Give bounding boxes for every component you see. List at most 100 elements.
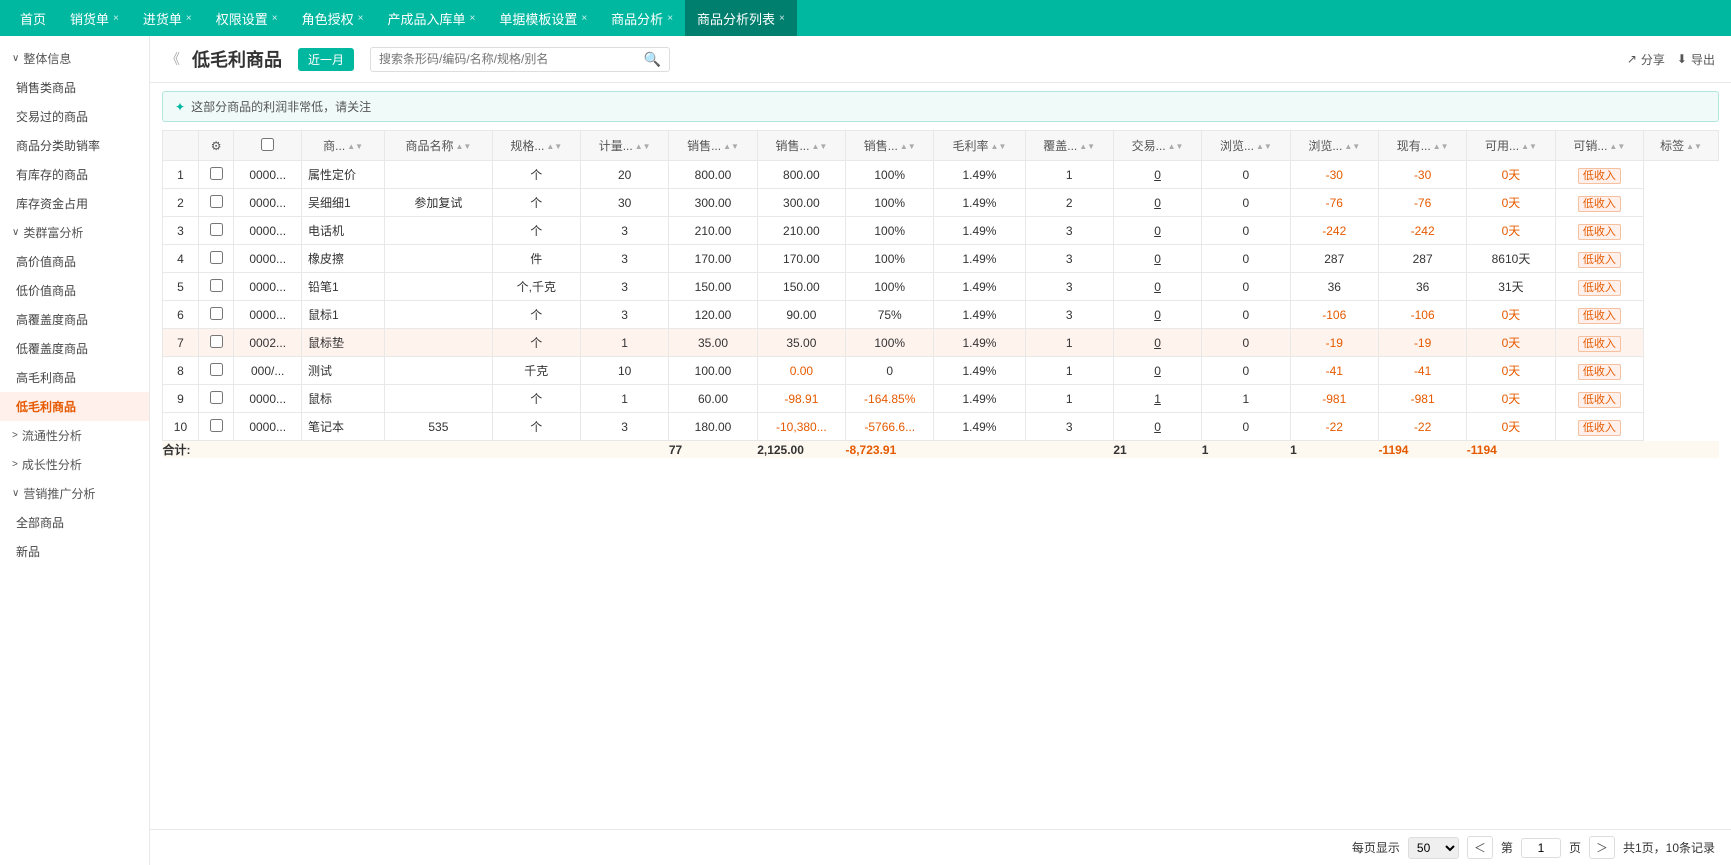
sidebar-item-低覆盖度商品[interactable]: 低覆盖度商品 [0,334,149,363]
row-checkbox-cell [198,245,233,273]
row-coverage: 1.49% [934,273,1025,301]
prev-page-button[interactable]: ＜ [1467,836,1493,859]
sidebar-item-高覆盖度商品[interactable]: 高覆盖度商品 [0,305,149,334]
row-checkbox[interactable] [210,419,223,432]
select-all-checkbox[interactable] [261,138,274,151]
nav-close-icon[interactable]: × [469,13,475,24]
nav-close-icon[interactable]: × [272,13,278,24]
row-browse1[interactable]: 0 [1113,217,1201,245]
collapse-button[interactable]: 《 [166,49,180,69]
page-number-input[interactable] [1521,838,1561,858]
sidebar-item-低价值商品[interactable]: 低价值商品 [0,276,149,305]
row-available-stock: -242 [1378,217,1466,245]
sidebar-section-成长性分析[interactable]: >成长性分析 [0,450,149,479]
row-browse1[interactable]: 1 [1113,385,1201,413]
settings-icon[interactable]: ⚙ [211,139,222,153]
row-code: 0000... [234,217,302,245]
row-browse1[interactable]: 0 [1113,245,1201,273]
nav-close-icon[interactable]: × [779,13,785,24]
row-coverage: 1.49% [934,189,1025,217]
search-input[interactable] [379,52,644,66]
sidebar-item-库存资金占用[interactable]: 库存资金占用 [0,189,149,218]
row-margin: 100% [846,273,934,301]
export-button[interactable]: ⬇ 导出 [1677,51,1715,68]
row-checkbox[interactable] [210,279,223,292]
sidebar-item-交易过的商品[interactable]: 交易过的商品 [0,102,149,131]
table-container: ⚙商...▲▼商品名称▲▼规格...▲▼计量...▲▼销售...▲▼销售...▲… [150,130,1731,829]
row-browse1[interactable]: 0 [1113,189,1201,217]
col-header-settings[interactable]: ⚙ [198,131,233,161]
row-browse1[interactable]: 0 [1113,357,1201,385]
row-checkbox[interactable] [210,335,223,348]
nav-item-商品分析[interactable]: 商品分析× [599,0,685,36]
notice-bar: ✦ 这部分商品的利润非常低，请关注 [162,91,1719,122]
row-browse1[interactable]: 0 [1113,273,1201,301]
row-available-stock: -19 [1378,329,1466,357]
row-sales-gross: 300.00 [757,189,845,217]
nav-item-商品分析列表[interactable]: 商品分析列表× [685,0,797,36]
nav-close-icon[interactable]: × [186,13,192,24]
row-checkbox[interactable] [210,307,223,320]
row-browse1[interactable]: 0 [1113,301,1201,329]
row-sales-count: 30 [580,189,668,217]
row-current-stock: -41 [1290,357,1378,385]
row-spec: 535 [385,413,492,441]
footer-sellable-days [1555,441,1643,459]
tag-badge: 低收入 [1578,392,1621,408]
row-checkbox[interactable] [210,363,223,376]
row-checkbox-cell [198,329,233,357]
col-header-available_stock: 可用...▲▼ [1467,131,1555,161]
nav-close-icon[interactable]: × [667,13,673,24]
sidebar-item-高价值商品[interactable]: 高价值商品 [0,247,149,276]
col-header-coverage: 覆盖...▲▼ [1025,131,1113,161]
row-current-stock: -242 [1290,217,1378,245]
table-row: 40000...橡皮擦件3170.00170.00100%1.49%300287… [163,245,1719,273]
col-header-checkbox[interactable] [234,131,302,161]
sidebar-section-营销推广分析[interactable]: ∨营销推广分析 [0,479,149,508]
table-row: 30000...电话机个3210.00210.00100%1.49%300-24… [163,217,1719,245]
row-checkbox[interactable] [210,167,223,180]
row-browse1[interactable]: 0 [1113,161,1201,189]
row-checkbox[interactable] [210,223,223,236]
row-current-stock: -106 [1290,301,1378,329]
search-icon[interactable]: 🔍 [644,51,661,68]
nav-item-首页[interactable]: 首页 [8,0,58,36]
nav-item-单据模板设置[interactable]: 单据模板设置× [487,0,599,36]
nav-item-销货单[interactable]: 销货单× [58,0,131,36]
sidebar-item-新品[interactable]: 新品 [0,537,149,566]
nav-item-产成品入库单[interactable]: 产成品入库单× [375,0,487,36]
row-code: 000/... [234,357,302,385]
row-browse1[interactable]: 0 [1113,329,1201,357]
row-browse2: 0 [1202,273,1290,301]
row-sales-price: 120.00 [669,301,757,329]
next-page-button[interactable]: ＞ [1589,836,1615,859]
sidebar-section-流通性分析[interactable]: >流通性分析 [0,421,149,450]
nav-close-icon[interactable]: × [581,13,587,24]
share-button[interactable]: ↗ 分享 [1627,51,1665,68]
row-checkbox[interactable] [210,195,223,208]
row-tag: 低收入 [1555,189,1643,217]
nav-item-权限设置[interactable]: 权限设置× [204,0,290,36]
per-page-select[interactable]: 50 20 100 [1408,837,1459,859]
sidebar-section-类群富分析[interactable]: ∨类群富分析 [0,218,149,247]
row-name: 测试 [302,357,385,385]
row-checkbox[interactable] [210,251,223,264]
row-current-stock: -76 [1290,189,1378,217]
row-checkbox[interactable] [210,391,223,404]
sidebar-item-高毛利商品[interactable]: 高毛利商品 [0,363,149,392]
sidebar-section-整体信息[interactable]: ∨整体信息 [0,44,149,73]
sidebar-item-商品分类助销率[interactable]: 商品分类助销率 [0,131,149,160]
nav-item-进货单[interactable]: 进货单× [131,0,204,36]
row-browse1[interactable]: 0 [1113,413,1201,441]
row-sales-gross: -98.91 [757,385,845,413]
nav-item-角色授权[interactable]: 角色授权× [290,0,376,36]
sidebar-item-全部商品[interactable]: 全部商品 [0,508,149,537]
sidebar-item-有库存的商品[interactable]: 有库存的商品 [0,160,149,189]
col-header-unit: 计量...▲▼ [580,131,668,161]
sidebar-item-低毛利商品[interactable]: 低毛利商品 [0,392,149,421]
sidebar-item-销售类商品[interactable]: 销售类商品 [0,73,149,102]
nav-close-icon[interactable]: × [358,13,364,24]
footer-current-stock: -1194 [1378,441,1466,459]
nav-close-icon[interactable]: × [113,13,119,24]
date-filter-button[interactable]: 近一月 [298,48,354,71]
